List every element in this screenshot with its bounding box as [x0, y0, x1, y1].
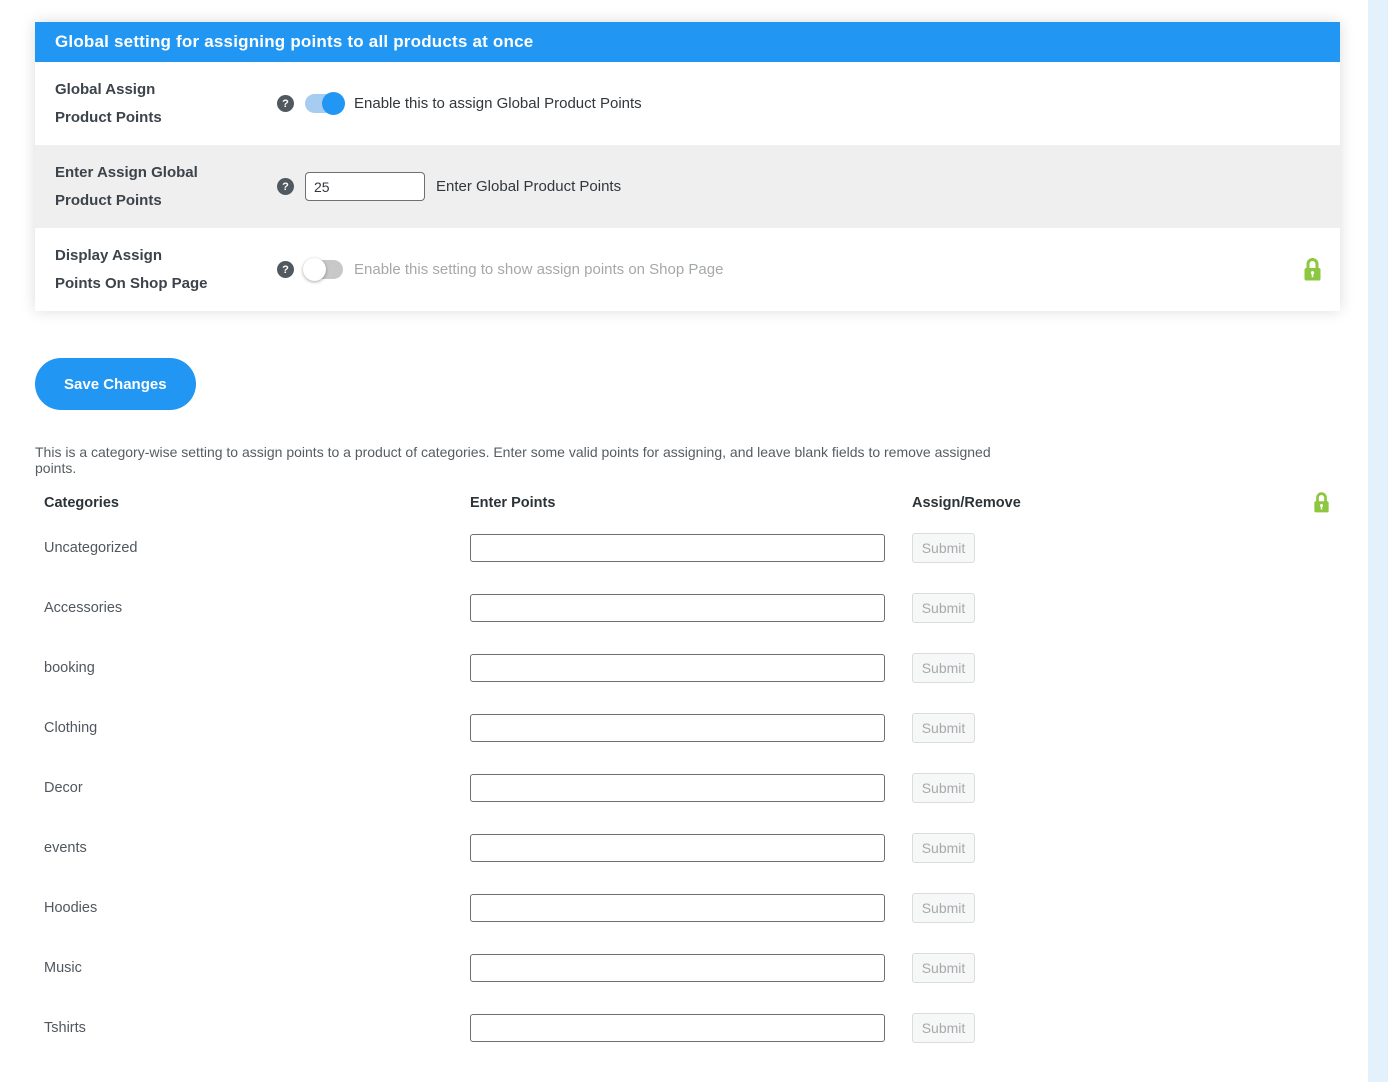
lock-icon	[1313, 492, 1330, 515]
setting-description: Enable this setting to show assign point…	[354, 261, 724, 278]
setting-row-display-points: Display Assign Points On Shop Page ? Ena…	[35, 228, 1340, 311]
points-input[interactable]	[470, 834, 885, 862]
category-label: Clothing	[44, 720, 98, 736]
submit-button[interactable]: Submit	[912, 533, 975, 563]
submit-button[interactable]: Submit	[912, 833, 975, 863]
submit-button[interactable]: Submit	[912, 653, 975, 683]
submit-button[interactable]: Submit	[912, 593, 975, 623]
table-row: Hoodies Submit	[35, 878, 1340, 938]
table-row: Accessories Submit	[35, 578, 1340, 638]
global-points-input[interactable]	[305, 172, 425, 201]
help-icon[interactable]: ?	[277, 178, 294, 195]
points-input[interactable]	[470, 534, 885, 562]
help-icon[interactable]: ?	[277, 261, 294, 278]
points-input[interactable]	[470, 774, 885, 802]
submit-button[interactable]: Submit	[912, 1013, 975, 1043]
page-right-panel-edge	[1368, 0, 1388, 1082]
table-row: events Submit	[35, 818, 1340, 878]
table-row: Clothing Submit	[35, 698, 1340, 758]
submit-button[interactable]: Submit	[912, 773, 975, 803]
table-row: Music Submit	[35, 938, 1340, 998]
points-input[interactable]	[470, 954, 885, 982]
panel-title: Global setting for assigning points to a…	[35, 22, 1340, 62]
points-input[interactable]	[470, 894, 885, 922]
global-settings-panel: Global setting for assigning points to a…	[35, 22, 1340, 311]
category-label: Decor	[44, 780, 83, 796]
save-changes-button[interactable]: Save Changes	[35, 358, 196, 410]
display-points-toggle[interactable]	[303, 258, 343, 281]
table-header-row: Categories Enter Points Assign/Remove	[35, 488, 1340, 518]
submit-button[interactable]: Submit	[912, 893, 975, 923]
setting-label: Global Assign Product Points	[55, 80, 162, 126]
category-label: Accessories	[44, 600, 123, 616]
category-label: Music	[44, 960, 82, 976]
points-input[interactable]	[470, 654, 885, 682]
table-row: Uncategorized Submit	[35, 518, 1340, 578]
category-points-table: Categories Enter Points Assign/Remove Un…	[35, 488, 1340, 1058]
points-input[interactable]	[470, 594, 885, 622]
header-categories: Categories	[44, 495, 119, 511]
setting-description: Enter Global Product Points	[436, 178, 622, 195]
setting-label: Display Assign Points On Shop Page	[55, 246, 208, 292]
points-input[interactable]	[470, 1014, 885, 1042]
category-label: Uncategorized	[44, 540, 138, 556]
setting-row-enter-points: Enter Assign Global Product Points ? Ent…	[35, 145, 1340, 228]
category-label: Hoodies	[44, 900, 98, 916]
category-note: This is a category-wise setting to assig…	[35, 444, 991, 476]
points-input[interactable]	[470, 714, 885, 742]
category-label: booking	[44, 660, 95, 676]
table-row: Decor Submit	[35, 758, 1340, 818]
table-row: Tshirts Submit	[35, 998, 1340, 1058]
toggle-knob	[303, 258, 326, 281]
table-row: booking Submit	[35, 638, 1340, 698]
category-label: Tshirts	[44, 1020, 86, 1036]
toggle-knob	[322, 92, 345, 115]
setting-description: Enable this to assign Global Product Poi…	[354, 95, 642, 112]
submit-button[interactable]: Submit	[912, 953, 975, 983]
submit-button[interactable]: Submit	[912, 713, 975, 743]
global-assign-toggle[interactable]	[305, 92, 345, 115]
lock-icon	[1303, 257, 1322, 282]
setting-label: Enter Assign Global Product Points	[55, 163, 198, 209]
setting-row-global-assign: Global Assign Product Points ? Enable th…	[35, 62, 1340, 145]
category-label: events	[44, 840, 87, 856]
help-icon[interactable]: ?	[277, 95, 294, 112]
header-assign-remove: Assign/Remove	[912, 495, 1021, 511]
header-enter-points: Enter Points	[470, 495, 556, 511]
